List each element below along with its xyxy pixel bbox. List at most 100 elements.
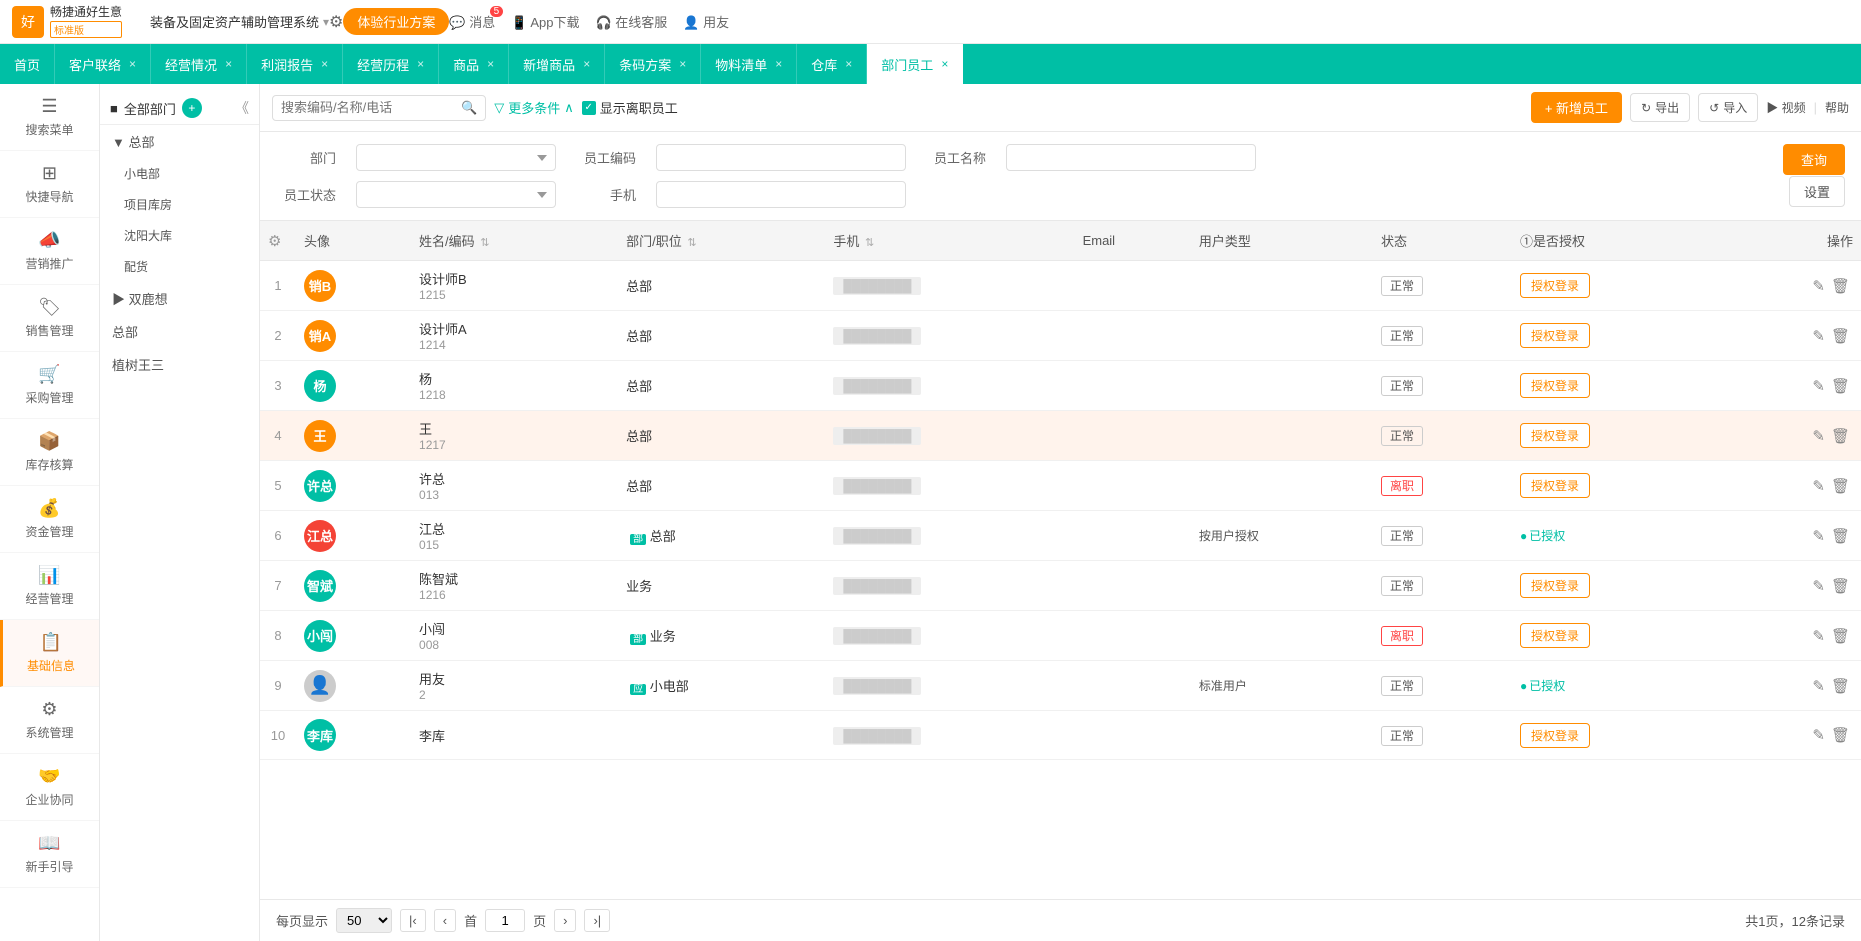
row-auth[interactable]: 授权登录 — [1512, 711, 1718, 760]
dept-filter-select[interactable] — [356, 144, 556, 171]
auth-login-btn[interactable]: 授权登录 — [1520, 323, 1590, 348]
delete-btn[interactable]: 🗑 — [1828, 726, 1853, 744]
edit-btn[interactable]: ✎ — [1809, 726, 1828, 744]
dept-collapse-btn[interactable]: 《 — [235, 98, 249, 118]
row-auth[interactable]: 授权登录 — [1512, 311, 1718, 361]
dept-add-btn[interactable]: + — [182, 98, 202, 118]
delete-btn[interactable]: 🗑 — [1828, 377, 1853, 395]
emp-code-filter-input[interactable] — [656, 144, 906, 171]
row-auth[interactable]: 授权登录 — [1512, 411, 1718, 461]
auth-login-btn[interactable]: 授权登录 — [1520, 573, 1590, 598]
user-avatar[interactable]: 👤 用友 — [683, 12, 729, 31]
row-auth[interactable]: 授权登录 — [1512, 611, 1718, 661]
sidebar-item-inventory[interactable]: 📦 库存核算 — [0, 419, 99, 486]
nav-barcode[interactable]: 条码方案 × — [605, 44, 701, 84]
dept-peihuo[interactable]: 配货 — [100, 251, 259, 282]
col-settings[interactable]: ⚙ — [260, 221, 296, 261]
message-icon[interactable]: 💬 消息 5 — [449, 12, 495, 31]
view-button[interactable]: ▶ 视频 — [1766, 99, 1805, 116]
auth-login-btn[interactable]: 授权登录 — [1520, 473, 1590, 498]
dept-xiaodianbu[interactable]: 小电部 — [100, 158, 259, 189]
delete-btn[interactable]: 🗑 — [1828, 327, 1853, 345]
app-download[interactable]: 📱 App下载 — [511, 12, 579, 31]
sidebar-item-basic[interactable]: 📋 基础信息 — [0, 620, 99, 687]
page-size-select[interactable]: 50 100 — [336, 908, 392, 933]
sidebar-item-sales[interactable]: 🏷 销售管理 — [0, 285, 99, 352]
col-phone[interactable]: 手机 ⇅ — [825, 221, 1074, 261]
nav-warehouse[interactable]: 仓库 × — [797, 44, 867, 84]
sidebar-item-biz[interactable]: 📊 经营管理 — [0, 553, 99, 620]
dept-zhishu[interactable]: 植树王三 — [100, 348, 259, 381]
edit-btn[interactable]: ✎ — [1809, 327, 1828, 345]
sidebar-item-finance[interactable]: 💰 资金管理 — [0, 486, 99, 553]
row-auth[interactable]: 授权登录 — [1512, 461, 1718, 511]
dept-shuanglu[interactable]: ▶ 双鹿想 — [100, 282, 259, 315]
nav-goods[interactable]: 商品 × — [439, 44, 509, 84]
sidebar-item-collab[interactable]: 🤝 企业协同 — [0, 754, 99, 821]
nav-home[interactable]: 首页 — [0, 44, 55, 84]
export-button[interactable]: ↻ 导出 — [1630, 93, 1690, 122]
delete-btn[interactable]: 🗑 — [1828, 577, 1853, 595]
next-page-btn[interactable]: › — [554, 909, 576, 932]
auth-login-btn[interactable]: 授权登录 — [1520, 623, 1590, 648]
delete-btn[interactable]: 🗑 — [1828, 627, 1853, 645]
edit-btn[interactable]: ✎ — [1809, 527, 1828, 545]
gear-button[interactable]: ⚙ — [329, 12, 343, 32]
sidebar-item-marketing[interactable]: 📣 营销推广 — [0, 218, 99, 285]
show-resign-check[interactable]: ✓ 显示离职员工 — [582, 98, 678, 117]
row-auth[interactable]: 授权登录 — [1512, 361, 1718, 411]
edit-btn[interactable]: ✎ — [1809, 577, 1828, 595]
edit-btn[interactable]: ✎ — [1809, 677, 1828, 695]
emp-status-filter-select[interactable] — [356, 181, 556, 208]
search-input[interactable] — [281, 100, 461, 115]
col-dept[interactable]: 部门/职位 ⇅ — [618, 221, 825, 261]
sidebar-item-quicknav[interactable]: ⊞ 快捷导航 — [0, 151, 99, 218]
phone-filter-input[interactable] — [656, 181, 906, 208]
dept-xiangmukufang[interactable]: 项目库房 — [100, 189, 259, 220]
sidebar-item-purchase[interactable]: 🛒 采购管理 — [0, 352, 99, 419]
delete-btn[interactable]: 🗑 — [1828, 427, 1853, 445]
auth-login-btn[interactable]: 授权登录 — [1520, 423, 1590, 448]
nav-bom[interactable]: 物料清单 × — [701, 44, 797, 84]
auth-login-btn[interactable]: 授权登录 — [1520, 723, 1590, 748]
trial-button[interactable]: 体验行业方案 — [343, 8, 449, 35]
show-resign-checkbox[interactable]: ✓ — [582, 101, 596, 115]
sidebar-item-system[interactable]: ⚙ 系统管理 — [0, 687, 99, 754]
nav-operation[interactable]: 经营情况 × — [151, 44, 247, 84]
add-employee-button[interactable]: + 新增员工 — [1531, 92, 1622, 123]
col-name[interactable]: 姓名/编码 ⇅ — [411, 221, 618, 261]
edit-btn[interactable]: ✎ — [1809, 627, 1828, 645]
import-button[interactable]: ↺ 导入 — [1698, 93, 1758, 122]
edit-btn[interactable]: ✎ — [1809, 277, 1828, 295]
nav-add-goods[interactable]: 新增商品 × — [509, 44, 605, 84]
query-button[interactable]: 查询 — [1783, 144, 1845, 175]
row-auth[interactable]: 授权登录 — [1512, 561, 1718, 611]
auth-login-btn[interactable]: 授权登录 — [1520, 273, 1590, 298]
nav-dept-employee[interactable]: 部门员工 × — [867, 44, 963, 84]
first-page-btn[interactable]: |‹ — [400, 909, 426, 932]
edit-btn[interactable]: ✎ — [1809, 377, 1828, 395]
row-auth[interactable]: 授权登录 — [1512, 261, 1718, 311]
last-page-btn[interactable]: ›| — [584, 909, 610, 932]
prev-page-btn[interactable]: ‹ — [434, 909, 456, 932]
page-number-input[interactable] — [485, 909, 525, 932]
help-button[interactable]: 帮助 — [1825, 99, 1849, 116]
nav-customer[interactable]: 客户联络 × — [55, 44, 151, 84]
dept-zongbu2[interactable]: 总部 — [100, 315, 259, 348]
online-service[interactable]: 🎧 在线客服 — [595, 12, 667, 31]
delete-btn[interactable]: 🗑 — [1828, 527, 1853, 545]
setting-button[interactable]: 设置 — [1789, 176, 1845, 207]
edit-btn[interactable]: ✎ — [1809, 427, 1828, 445]
search-icon[interactable]: 🔍 — [461, 100, 477, 116]
dept-shenyangdaku[interactable]: 沈阳大库 — [100, 220, 259, 251]
delete-btn[interactable]: 🗑 — [1828, 277, 1853, 295]
sidebar-item-search[interactable]: ☰ 搜索菜单 — [0, 84, 99, 151]
delete-btn[interactable]: 🗑 — [1828, 677, 1853, 695]
emp-name-filter-input[interactable] — [1006, 144, 1256, 171]
sidebar-item-guide[interactable]: 📖 新手引导 — [0, 821, 99, 888]
edit-btn[interactable]: ✎ — [1809, 477, 1828, 495]
nav-profit[interactable]: 利润报告 × — [247, 44, 343, 84]
auth-login-btn[interactable]: 授权登录 — [1520, 373, 1590, 398]
more-conditions-btn[interactable]: ▽ 更多条件 ∧ — [494, 98, 574, 117]
delete-btn[interactable]: 🗑 — [1828, 477, 1853, 495]
